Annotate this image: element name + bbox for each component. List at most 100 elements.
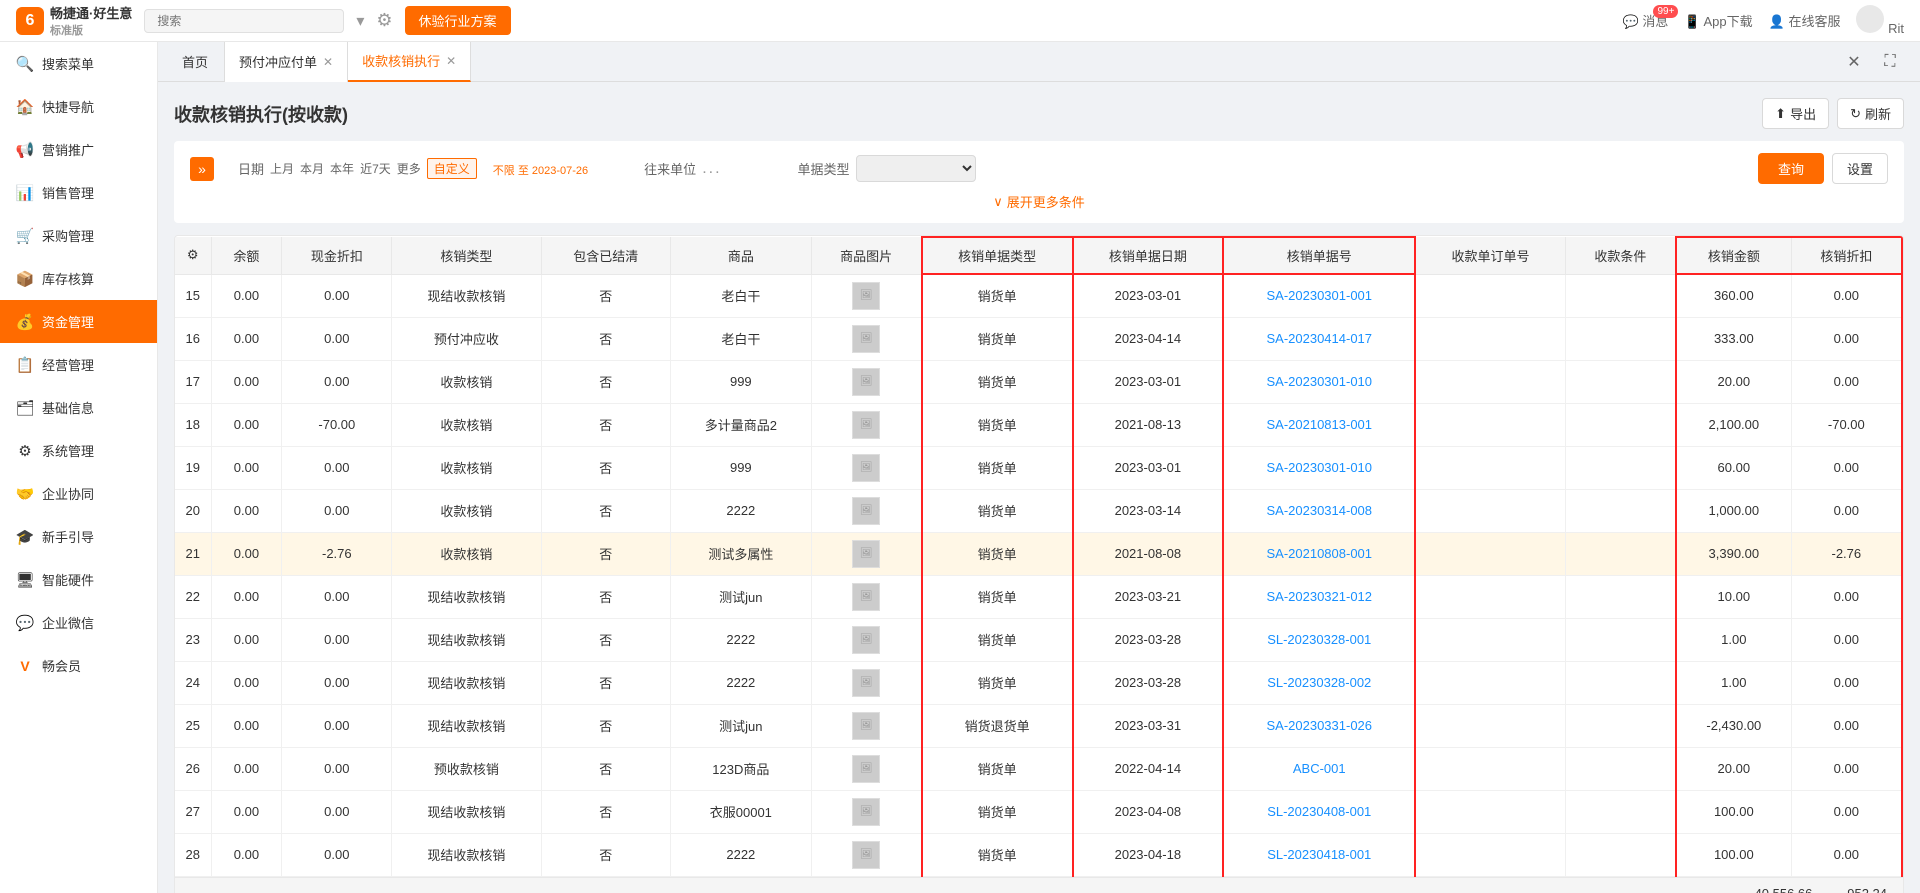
tab-prepay-close[interactable]: ✕ <box>323 55 333 69</box>
voucher-no-link[interactable]: SA-20230301-010 <box>1266 374 1372 389</box>
voucher-no-link[interactable]: SA-20230301-001 <box>1266 288 1372 303</box>
sidebar-item-system[interactable]: ⚙ 系统管理 <box>0 429 157 472</box>
voucher-no-link[interactable]: SA-20230414-017 <box>1266 331 1372 346</box>
table-wrapper[interactable]: ⚙ 余额 现金折扣 核销类型 包含已结清 商品 商品图片 核销单据类型 核销单据… <box>175 236 1903 877</box>
cell-voucher-no[interactable]: SA-20230331-026 <box>1223 704 1415 747</box>
cell-type: 预付冲应收 <box>392 317 541 360</box>
filter-expand-arrow[interactable]: » <box>190 157 214 181</box>
th-settings[interactable]: ⚙ <box>175 237 211 274</box>
sidebar-label-smarthw: 智能硬件 <box>42 570 94 589</box>
sidebar-item-finance[interactable]: 💰 资金管理 <box>0 300 157 343</box>
cell-voucher-no[interactable]: SA-20210808-001 <box>1223 532 1415 575</box>
tab-home[interactable]: 首页 <box>166 42 225 82</box>
cell-balance: 0.00 <box>211 790 282 833</box>
query-btn[interactable]: 查询 <box>1758 153 1824 184</box>
date-links: 上月 本月 本年 近7天 更多 自定义 <box>270 158 477 179</box>
vouchertype-label: 单据类型 <box>798 159 850 178</box>
app-download-link[interactable]: 📱 App下载 <box>1684 11 1752 30</box>
sidebar-item-smarthw[interactable]: 🖥 智能硬件 <box>0 558 157 601</box>
online-service-link[interactable]: 👤 在线客服 <box>1769 11 1841 30</box>
cell-voucher-no[interactable]: SA-20230321-012 <box>1223 575 1415 618</box>
industry-btn[interactable]: 休验行业方案 <box>405 6 511 35</box>
voucher-no-link[interactable]: SA-20230331-026 <box>1266 718 1372 733</box>
voucher-no-link[interactable]: SL-20230408-001 <box>1267 804 1371 819</box>
cell-voucher-no[interactable]: SA-20230314-008 <box>1223 489 1415 532</box>
this-year-link[interactable]: 本年 <box>330 160 354 177</box>
voucher-no-link[interactable]: SA-20230314-008 <box>1266 503 1372 518</box>
cell-voucher-no[interactable]: SA-20230414-017 <box>1223 317 1415 360</box>
goods-image: 🖼 <box>852 368 880 396</box>
tab-prepay[interactable]: 预付冲应付单 ✕ <box>225 42 348 82</box>
tab-prepay-label: 预付冲应付单 <box>239 52 317 71</box>
table-row: 19 0.00 0.00 收款核销 否 999 🖼 销货单 2023-03-01… <box>175 446 1902 489</box>
sidebar-item-quicknav[interactable]: 🏠 快捷导航 <box>0 85 157 128</box>
cell-voucher-no[interactable]: ABC-001 <box>1223 747 1415 790</box>
cell-settled: 否 <box>541 489 671 532</box>
cell-voucher-no[interactable]: SL-20230418-001 <box>1223 833 1415 876</box>
vouchertype-select[interactable] <box>856 155 976 182</box>
top-search-input[interactable] <box>144 9 344 33</box>
cell-voucher-no[interactable]: SL-20230328-002 <box>1223 661 1415 704</box>
tab-expand-btn[interactable]: ⛶ <box>1876 48 1904 76</box>
sidebar-label-purchase: 采购管理 <box>42 226 94 245</box>
cell-num: 19 <box>175 446 211 489</box>
sidebar-item-corpcollab[interactable]: 🤝 企业协同 <box>0 472 157 515</box>
sidebar-label-search: 搜索菜单 <box>42 54 94 73</box>
sidebar-item-member[interactable]: V 畅会员 <box>0 644 157 687</box>
cell-voucher-no[interactable]: SL-20230408-001 <box>1223 790 1415 833</box>
cell-condition <box>1565 661 1676 704</box>
sidebar-item-sales[interactable]: 📊 销售管理 <box>0 171 157 214</box>
cell-voucher-type: 销货单 <box>922 403 1073 446</box>
cell-voucher-type: 销货单 <box>922 489 1073 532</box>
cell-order-no <box>1415 661 1565 704</box>
voucher-no-link[interactable]: SA-20230321-012 <box>1266 589 1372 604</box>
sidebar-item-wechat[interactable]: 💬 企业微信 <box>0 601 157 644</box>
data-table: ⚙ 余额 现金折扣 核销类型 包含已结清 商品 商品图片 核销单据类型 核销单据… <box>175 236 1903 877</box>
user-info[interactable]: Rit <box>1856 5 1904 36</box>
voucher-no-link[interactable]: SL-20230328-001 <box>1267 632 1371 647</box>
refresh-btn[interactable]: ↻ 刷新 <box>1837 98 1904 129</box>
notification-area[interactable]: 💬 消息 99+ <box>1623 11 1669 30</box>
tab-writeoff[interactable]: 收款核销执行 ✕ <box>348 42 471 82</box>
voucher-no-link[interactable]: SL-20230418-001 <box>1267 847 1371 862</box>
sidebar-label-member: 畅会员 <box>42 656 81 675</box>
sidebar-item-newbie[interactable]: 🎓 新手引导 <box>0 515 157 558</box>
cell-settled: 否 <box>541 618 671 661</box>
cell-discount: 0.00 <box>282 618 392 661</box>
cell-voucher-no[interactable]: SA-20230301-010 <box>1223 446 1415 489</box>
voucher-no-link[interactable]: SL-20230328-002 <box>1267 675 1371 690</box>
cell-voucher-no[interactable]: SA-20230301-001 <box>1223 274 1415 317</box>
last-month-link[interactable]: 上月 <box>270 160 294 177</box>
custom-link[interactable]: 自定义 <box>427 158 477 179</box>
sidebar-item-operations[interactable]: 📋 经营管理 <box>0 343 157 386</box>
filter-area: » 日期 上月 本月 本年 近7天 更多 自定义 不限 至 202 <box>174 141 1904 223</box>
settings-btn[interactable]: 设置 <box>1832 153 1888 184</box>
sidebar-item-basicinfo[interactable]: 🗂 基础信息 <box>0 386 157 429</box>
cell-voucher-no[interactable]: SA-20230301-010 <box>1223 360 1415 403</box>
recent7-link[interactable]: 近7天 <box>360 160 391 177</box>
voucher-no-link[interactable]: SA-20230301-010 <box>1266 460 1372 475</box>
cell-voucher-no[interactable]: SA-20210813-001 <box>1223 403 1415 446</box>
cell-order-no <box>1415 618 1565 661</box>
sidebar-item-search[interactable]: 🔍 搜索菜单 <box>0 42 157 85</box>
this-month-link[interactable]: 本月 <box>300 160 324 177</box>
voucher-no-link[interactable]: ABC-001 <box>1293 761 1346 776</box>
cell-voucher-date: 2023-04-08 <box>1073 790 1224 833</box>
cell-goods: 多计量商品2 <box>671 403 811 446</box>
sidebar-item-inventory[interactable]: 📦 库存核算 <box>0 257 157 300</box>
tab-writeoff-close[interactable]: ✕ <box>446 54 456 68</box>
counterparty-dots[interactable]: ... <box>702 160 721 178</box>
settings-gear-icon[interactable]: ⚙ <box>376 10 392 31</box>
search-dropdown-icon[interactable]: ▾ <box>356 11 364 31</box>
voucher-no-link[interactable]: SA-20210808-001 <box>1266 546 1372 561</box>
export-btn[interactable]: ⬆ 导出 <box>1762 98 1829 129</box>
date-range-display: 不限 至 2023-07-26 <box>493 162 588 178</box>
voucher-no-link[interactable]: SA-20210813-001 <box>1266 417 1372 432</box>
sidebar-item-marketing[interactable]: 📢 营销推广 <box>0 128 157 171</box>
expand-more-btn[interactable]: ∨ 展开更多条件 <box>993 192 1085 211</box>
cell-writeoff-disc: 0.00 <box>1791 661 1902 704</box>
tab-close-all-btn[interactable]: ✕ <box>1840 48 1868 76</box>
sidebar-item-purchase[interactable]: 🛒 采购管理 <box>0 214 157 257</box>
cell-voucher-no[interactable]: SL-20230328-001 <box>1223 618 1415 661</box>
more-link[interactable]: 更多 <box>397 160 421 177</box>
